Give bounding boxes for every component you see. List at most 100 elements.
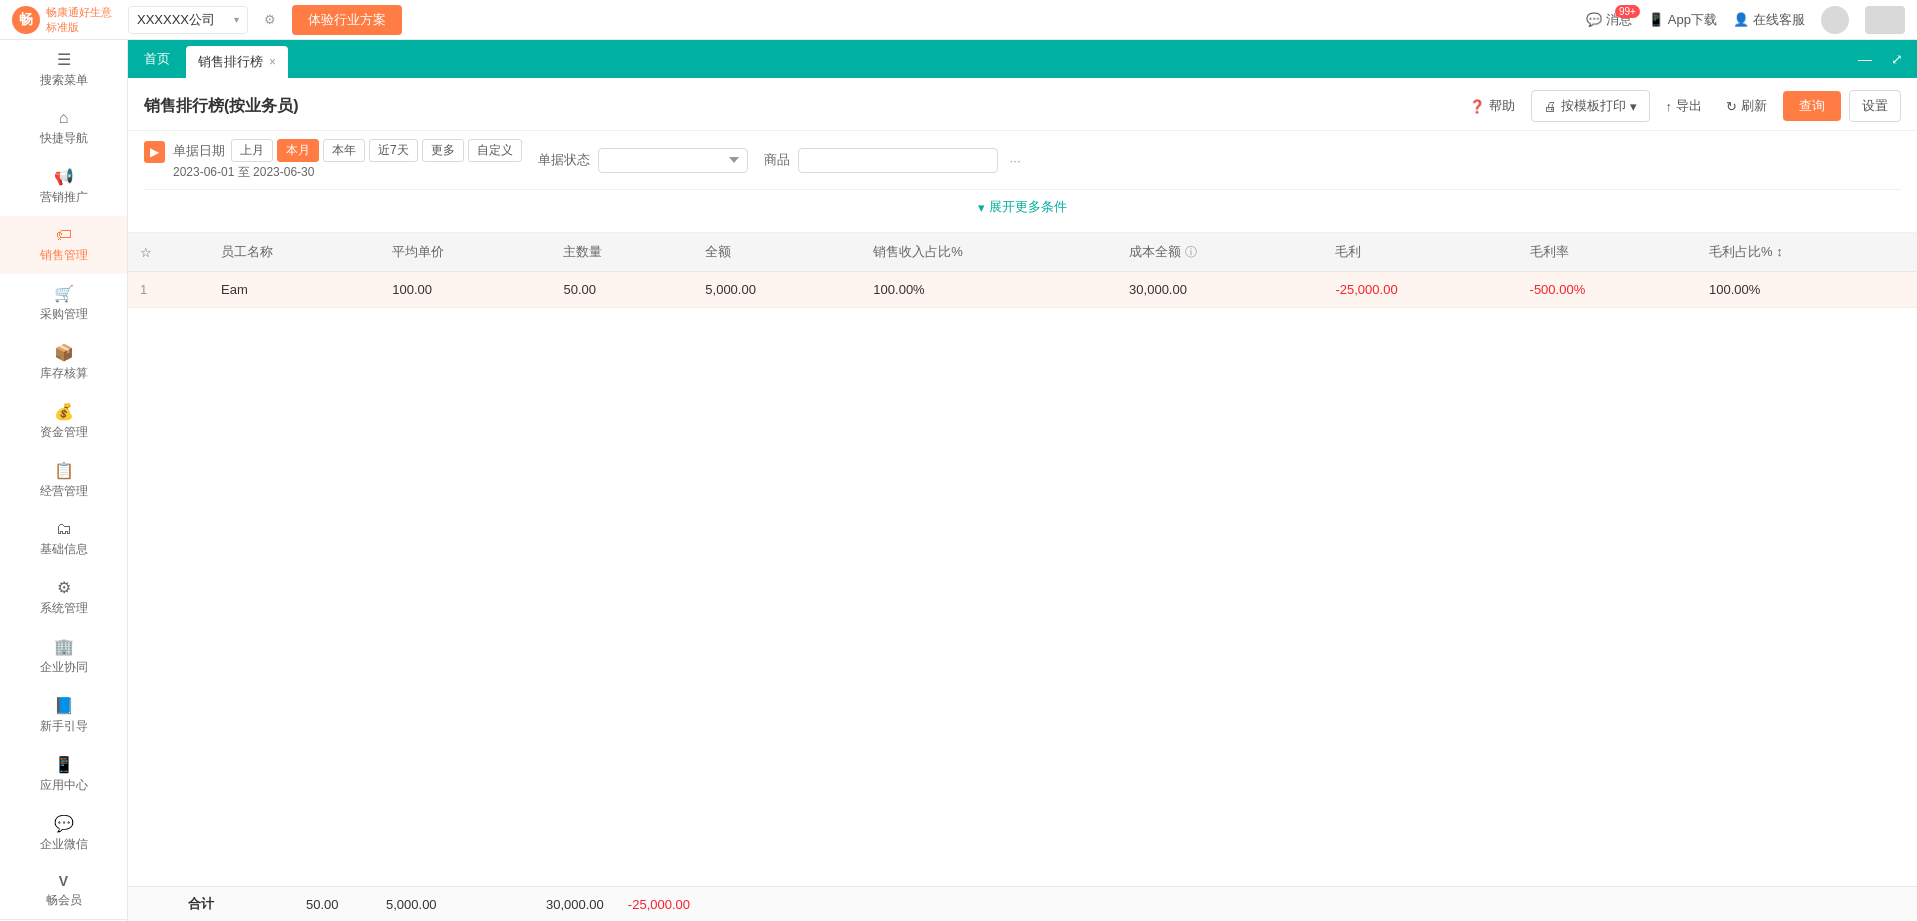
help-button[interactable]: ❓ 帮助 xyxy=(1461,93,1523,119)
sidebar-item-purchase[interactable]: 🛒 采购管理 xyxy=(0,274,127,333)
sidebar-item-operations[interactable]: 📋 经营管理 xyxy=(0,451,127,510)
message-badge: 99+ xyxy=(1615,5,1640,18)
print-button[interactable]: 🖨 按模板打印 ▾ xyxy=(1531,90,1650,122)
sidebar-item-search-orders[interactable]: ☰ 搜索菜单 xyxy=(0,40,127,99)
expand-more-button[interactable]: ▾ 展开更多条件 xyxy=(970,194,1075,220)
status-select[interactable] xyxy=(598,148,748,173)
home-icon: ⌂ xyxy=(59,109,69,127)
cell-cost: 30,000.00 xyxy=(1117,272,1323,308)
sidebar-item-collab[interactable]: 🏢 企业协同 xyxy=(0,627,127,686)
search-orders-icon: ☰ xyxy=(57,50,71,69)
last-month-btn[interactable]: 上月 xyxy=(231,139,273,162)
cell-gross-rate: -500.00% xyxy=(1518,272,1697,308)
cost-help-icon[interactable]: ⓘ xyxy=(1185,245,1197,259)
col-amount: 全额 xyxy=(693,233,861,272)
cell-name: Eam xyxy=(209,272,380,308)
message-button[interactable]: 💬 消息 99+ xyxy=(1586,11,1632,29)
collab-icon: 🏢 xyxy=(54,637,74,656)
try-industry-button[interactable]: 体验行业方案 xyxy=(292,5,402,35)
goods-filter: 商品 ··· xyxy=(764,148,1025,173)
message-icon: 💬 xyxy=(1586,12,1602,27)
sidebar-item-system[interactable]: ⚙ 系统管理 xyxy=(0,568,127,627)
gear-button[interactable]: ⚙ xyxy=(256,6,284,34)
footer-cell-cost: 30,000.00 xyxy=(534,897,616,912)
download-icon: 📱 xyxy=(1648,12,1664,27)
query-button[interactable]: 查询 xyxy=(1783,91,1841,121)
col-name: 员工名称 xyxy=(209,233,380,272)
tab-minimize-button[interactable]: — xyxy=(1853,47,1877,71)
col-rank: ☆ xyxy=(128,233,209,272)
sidebar-item-marketing[interactable]: 📢 营销推广 xyxy=(0,157,127,216)
sidebar-item-member[interactable]: V 畅会员 xyxy=(0,863,127,919)
company-selector[interactable]: XXXXXX公司 ▾ xyxy=(128,6,248,34)
finance-icon: 💰 xyxy=(54,402,74,421)
table-row: 1 Eam 100.00 50.00 5,000.00 100.00% 30,0… xyxy=(128,272,1917,308)
goods-input[interactable] xyxy=(798,148,998,173)
refresh-button[interactable]: ↻ 刷新 xyxy=(1718,93,1775,119)
col-cost: 成本全额 ⓘ xyxy=(1117,233,1323,272)
tab-home[interactable]: 首页 xyxy=(128,40,186,78)
filter-section: ▶ 单据日期 上月 本月 本年 近7天 更多 xyxy=(128,131,1917,233)
app-center-icon: 📱 xyxy=(54,755,74,774)
sidebar-item-finance[interactable]: 💰 资金管理 xyxy=(0,392,127,451)
user-name-area[interactable] xyxy=(1865,6,1905,34)
footer-cells: 50.00 5,000.00 30,000.00 -25,000.00 xyxy=(214,897,1905,912)
print-dropdown-icon: ▾ xyxy=(1630,99,1637,114)
cell-rank: 1 xyxy=(128,272,209,308)
company-name: XXXXXX公司 xyxy=(137,11,230,29)
tabs-right-controls: — ⤢ xyxy=(1853,47,1917,71)
print-icon: 🖨 xyxy=(1544,99,1557,114)
sidebar: ☰ 搜索菜单 ⌂ 快捷导航 📢 营销推广 🏷 销售管理 🛒 采购管理 📦 库 xyxy=(0,40,128,921)
sidebar-item-inventory[interactable]: 📦 库存核算 xyxy=(0,333,127,392)
table-body: 1 Eam 100.00 50.00 5,000.00 100.00% 30,0… xyxy=(128,272,1917,308)
filter-row-1: ▶ 单据日期 上月 本月 本年 近7天 更多 xyxy=(144,139,1901,181)
cell-qty: 50.00 xyxy=(551,272,693,308)
expand-more-row: ▾ 展开更多条件 xyxy=(144,189,1901,224)
data-table: ☆ 员工名称 平均单价 主数量 全额 销售收入占比% 成本全额 ⓘ 毛利 毛利率… xyxy=(128,233,1917,308)
sidebar-item-quick-nav[interactable]: ⌂ 快捷导航 xyxy=(0,99,127,157)
logo-icon: 畅 xyxy=(12,6,40,34)
more-date-btn[interactable]: 更多 xyxy=(422,139,464,162)
sidebar-item-guide[interactable]: 📘 新手引导 xyxy=(0,686,127,745)
chevron-down-icon: ▾ xyxy=(234,14,239,25)
footer-cell-spacer2 xyxy=(454,897,534,912)
goods-label: 商品 xyxy=(764,151,790,169)
help-icon: ❓ xyxy=(1469,99,1485,114)
footer-cell-amount: 5,000.00 xyxy=(374,897,454,912)
footer-cell-spacer1 xyxy=(214,897,294,912)
col-avg-price: 平均单价 xyxy=(380,233,551,272)
sidebar-item-sales[interactable]: 🏷 销售管理 xyxy=(0,216,127,274)
cell-amount: 5,000.00 xyxy=(693,272,861,308)
table-header: ☆ 员工名称 平均单价 主数量 全额 销售收入占比% 成本全额 ⓘ 毛利 毛利率… xyxy=(128,233,1917,272)
sidebar-item-app-center[interactable]: 📱 应用中心 xyxy=(0,745,127,804)
goods-more-button[interactable]: ··· xyxy=(1006,153,1025,168)
col-gross-pct: 毛利占比% ↕ xyxy=(1697,233,1917,272)
export-button[interactable]: ↑ 导出 xyxy=(1658,93,1711,119)
content-area: 首页 销售排行榜 × — ⤢ 销售排行榜(按业务员) ❓ xyxy=(128,40,1917,921)
sidebar-item-base-info[interactable]: 🗂 基础信息 xyxy=(0,510,127,568)
last-7-days-btn[interactable]: 近7天 xyxy=(369,139,418,162)
date-range: 2023-06-01 至 2023-06-30 xyxy=(173,164,522,181)
tab-close-button[interactable]: × xyxy=(269,55,276,69)
avatar[interactable] xyxy=(1821,6,1849,34)
logo-text: 畅康通好生意 标准版 xyxy=(46,5,112,34)
app-download-button[interactable]: 📱 App下载 xyxy=(1648,11,1717,29)
page-header: 销售排行榜(按业务员) ❓ 帮助 🖨 按模板打印 ▾ ↑ xyxy=(128,78,1917,131)
tab-active-sales-rank[interactable]: 销售排行榜 × xyxy=(186,46,288,78)
this-month-btn[interactable]: 本月 xyxy=(277,139,319,162)
table-footer: 合计 50.00 5,000.00 30,000.00 -25,000.00 xyxy=(128,886,1917,921)
footer-total-label: 合计 xyxy=(140,895,214,913)
custom-date-btn[interactable]: 自定义 xyxy=(468,139,522,162)
sidebar-item-weixin[interactable]: 💬 企业微信 xyxy=(0,804,127,863)
service-icon: 👤 xyxy=(1733,12,1749,27)
this-year-btn[interactable]: 本年 xyxy=(323,139,365,162)
member-icon: V xyxy=(59,873,68,889)
marketing-icon: 📢 xyxy=(54,167,74,186)
footer-cell-qty: 50.00 xyxy=(294,897,374,912)
sales-icon: 🏷 xyxy=(56,226,72,244)
cell-sales-pct: 100.00% xyxy=(861,272,1117,308)
settings-button[interactable]: 设置 xyxy=(1849,90,1901,122)
tab-maximize-button[interactable]: ⤢ xyxy=(1885,47,1909,71)
online-service-button[interactable]: 👤 在线客服 xyxy=(1733,11,1805,29)
filter-expand-icon[interactable]: ▶ xyxy=(144,141,165,163)
